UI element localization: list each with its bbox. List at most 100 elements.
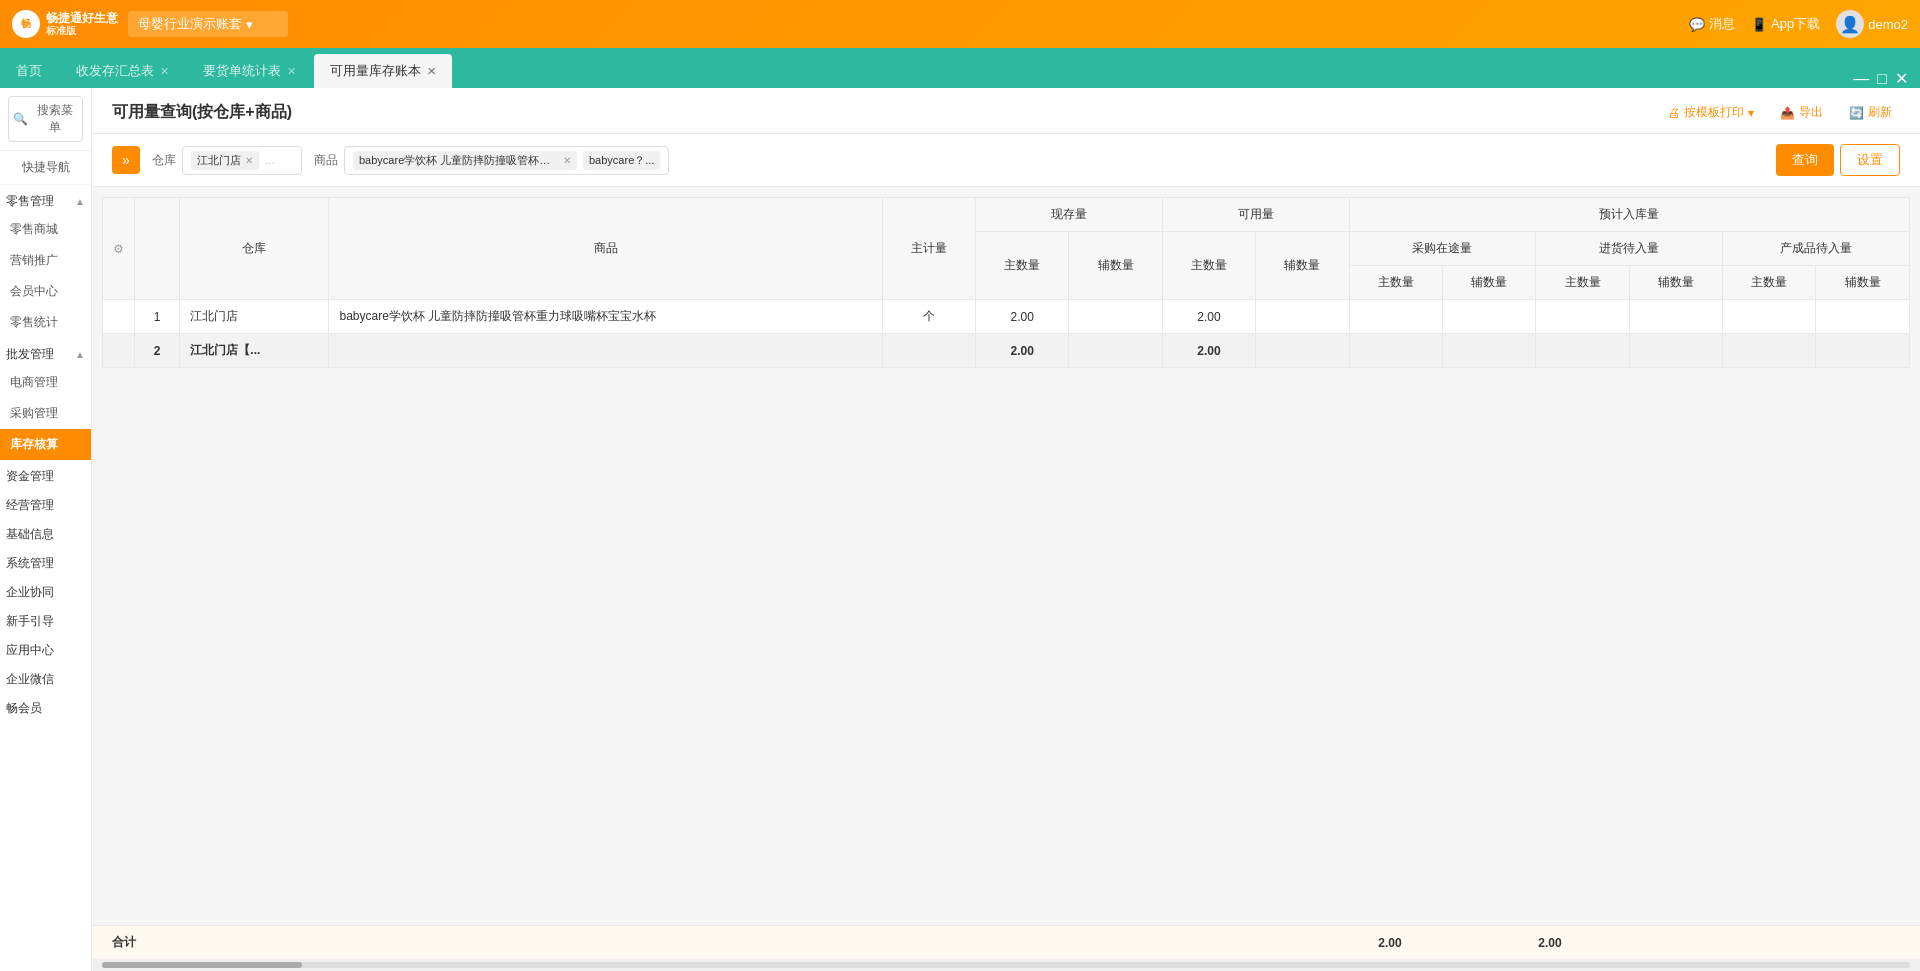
gear-icon[interactable]: ⚙	[113, 242, 124, 256]
sidebar: 🔍 搜索菜单 快捷导航 零售管理 ▲ 零售商城 营销推广 会员中心 零售统计 批…	[0, 88, 92, 971]
phone-icon: 📱	[1751, 17, 1767, 32]
brand-sub-text: 标准版	[46, 25, 118, 37]
product-filter-input[interactable]: babycare学饮杯 儿童防摔防撞吸管杯重力球吸嘴杯宝宝水杯 ✕ babyca…	[344, 146, 669, 175]
sidebar-section-enterprise-wechat[interactable]: 企业微信	[0, 663, 91, 692]
tab-home[interactable]: 首页	[0, 54, 58, 88]
tab-receive-summary[interactable]: 收发存汇总表 ✕	[60, 54, 185, 88]
message-icon: 💬	[1689, 17, 1705, 32]
tab-order-stats[interactable]: 要货单统计表 ✕	[187, 54, 312, 88]
table-subtotal-row: 2 江北门店【... 2.00 2.00	[103, 334, 1910, 368]
tab-available-stock-close[interactable]: ✕	[427, 65, 436, 78]
subtotal-incoming-main	[1536, 334, 1629, 368]
row1-current-main: 2.00	[976, 300, 1069, 334]
col-available-main-qty-header: 主数量	[1162, 232, 1255, 300]
search-icon: 🔍	[13, 112, 28, 126]
subtotal-unit	[882, 334, 975, 368]
app-download-button[interactable]: 📱 App下载	[1751, 15, 1820, 33]
maximize-icon[interactable]: □	[1877, 70, 1887, 88]
warehouse-filter-input[interactable]: 江北门店 ✕ ...	[182, 146, 302, 175]
refresh-icon: 🔄	[1849, 106, 1864, 120]
tab-order-stats-close[interactable]: ✕	[287, 65, 296, 78]
sidebar-item-retail-shop[interactable]: 零售商城	[0, 214, 91, 245]
industry-selector-label: 母婴行业演示账套	[138, 15, 242, 33]
sidebar-search-area: 🔍 搜索菜单	[0, 88, 91, 151]
subtotal-available-aux	[1256, 334, 1349, 368]
tab-receive-summary-label: 收发存汇总表	[76, 62, 154, 80]
row1-purchase-aux	[1442, 300, 1535, 334]
sidebar-section-member[interactable]: 畅会员	[0, 692, 91, 721]
col-current-stock-header: 现存量	[976, 198, 1163, 232]
footer-current-main: 2.00	[1340, 936, 1440, 950]
col-purchase-aux-header: 辅数量	[1442, 266, 1535, 300]
row1-no: 1	[135, 300, 180, 334]
chevron-down-icon-print: ▾	[1748, 106, 1754, 120]
row1-production-main	[1723, 300, 1816, 334]
row1-current-aux	[1069, 300, 1162, 334]
content-area: 可用量查询(按仓库+商品) 🖨 按模板打印 ▾ 📤 导出 🔄 刷新 »	[92, 88, 1920, 971]
col-production-header: 产成品待入量	[1723, 232, 1910, 266]
table-footer: 合计 2.00 2.00	[92, 925, 1920, 959]
sidebar-section-wholesale[interactable]: 批发管理 ▲	[0, 338, 91, 367]
sidebar-quick-nav[interactable]: 快捷导航	[0, 151, 91, 185]
subtotal-settings	[103, 334, 135, 368]
sidebar-item-purchase[interactable]: 采购管理	[0, 398, 91, 429]
sidebar-section-system[interactable]: 系统管理	[0, 547, 91, 576]
sidebar-section-finance[interactable]: 资金管理	[0, 460, 91, 489]
sidebar-section-app-center[interactable]: 应用中心	[0, 634, 91, 663]
scroll-bar-track	[102, 962, 1910, 968]
product-tag-1-remove[interactable]: ✕	[563, 155, 571, 166]
col-warehouse-header: 仓库	[180, 198, 329, 300]
subtotal-warehouse: 江北门店【...	[180, 334, 329, 368]
row1-production-aux	[1816, 300, 1910, 334]
row1-purchase-main	[1349, 300, 1442, 334]
message-button[interactable]: 💬 消息	[1689, 15, 1735, 33]
footer-row: 合计 2.00 2.00	[112, 934, 1900, 951]
tab-available-stock-label: 可用量库存账本	[330, 62, 421, 80]
col-forecast-header: 预计入库量	[1349, 198, 1909, 232]
footer-label: 合计	[112, 934, 192, 951]
tab-available-stock[interactable]: 可用量库存账本 ✕	[314, 54, 452, 88]
subtotal-current-aux	[1069, 334, 1162, 368]
warehouse-more[interactable]: ...	[265, 153, 275, 167]
industry-selector[interactable]: 母婴行业演示账套 ▾	[128, 11, 288, 37]
sidebar-section-newcomer[interactable]: 新手引导	[0, 605, 91, 634]
search-menu-button[interactable]: 🔍 搜索菜单	[8, 96, 83, 142]
tab-home-label: 首页	[16, 62, 42, 80]
scroll-bar-thumb[interactable]	[102, 962, 302, 968]
col-available-header: 可用量	[1162, 198, 1349, 232]
sidebar-section-management[interactable]: 经营管理	[0, 489, 91, 518]
col-purchase-main-header: 主数量	[1349, 266, 1442, 300]
subtotal-product	[329, 334, 882, 368]
col-unit-header: 主计量	[882, 198, 975, 300]
page-header: 可用量查询(按仓库+商品) 🖨 按模板打印 ▾ 📤 导出 🔄 刷新	[92, 88, 1920, 134]
subtotal-purchase-aux	[1442, 334, 1535, 368]
sidebar-section-basic-info[interactable]: 基础信息	[0, 518, 91, 547]
query-button[interactable]: 查询	[1776, 144, 1834, 176]
tab-receive-summary-close[interactable]: ✕	[160, 65, 169, 78]
expand-button[interactable]: »	[112, 146, 140, 174]
export-button[interactable]: 📤 导出	[1772, 100, 1831, 125]
warehouse-tag-remove[interactable]: ✕	[245, 155, 253, 166]
print-button[interactable]: 🖨 按模板打印 ▾	[1660, 100, 1762, 125]
tab-bar: 首页 收发存汇总表 ✕ 要货单统计表 ✕ 可用量库存账本 ✕ — □ ✕	[0, 48, 1920, 88]
close-window-icon[interactable]: ✕	[1895, 69, 1908, 88]
sidebar-item-retail-stats[interactable]: 零售统计	[0, 307, 91, 338]
row1-available-main: 2.00	[1162, 300, 1255, 334]
sidebar-section-retail[interactable]: 零售管理 ▲	[0, 185, 91, 214]
sidebar-item-inventory[interactable]: 库存核算	[0, 429, 91, 460]
settings-button[interactable]: 设置	[1840, 144, 1900, 176]
sidebar-item-ecommerce[interactable]: 电商管理	[0, 367, 91, 398]
minimize-icon[interactable]: —	[1853, 70, 1869, 88]
chevron-up-icon-2: ▲	[75, 349, 85, 360]
sidebar-section-collaboration[interactable]: 企业协同	[0, 576, 91, 605]
top-bar-left: 畅 畅捷通好生意 标准版 母婴行业演示账套 ▾	[12, 10, 288, 38]
subtotal-purchase-main	[1349, 334, 1442, 368]
sidebar-item-marketing[interactable]: 营销推广	[0, 245, 91, 276]
subtotal-current-main: 2.00	[976, 334, 1069, 368]
tab-actions: — □ ✕	[1853, 69, 1920, 88]
user-avatar[interactable]: 👤 demo2	[1836, 10, 1908, 38]
row1-incoming-aux	[1629, 300, 1722, 334]
sidebar-item-member-center[interactable]: 会员中心	[0, 276, 91, 307]
subtotal-incoming-aux	[1629, 334, 1722, 368]
refresh-button[interactable]: 🔄 刷新	[1841, 100, 1900, 125]
